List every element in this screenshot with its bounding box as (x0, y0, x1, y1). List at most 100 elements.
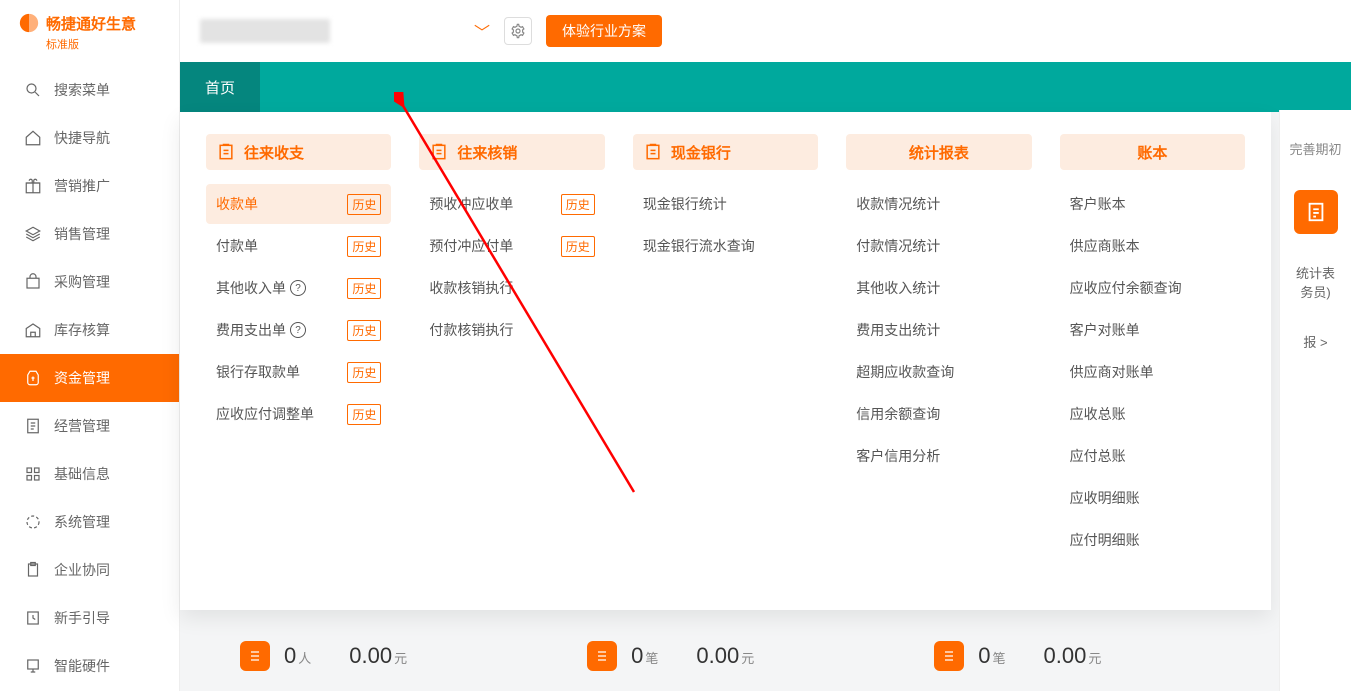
cart-icon (24, 273, 42, 291)
mega-menu-item[interactable]: 应收明细账 (1060, 478, 1245, 518)
mega-menu-item[interactable]: 预收冲应收单 历史 (419, 184, 604, 224)
logo: 畅捷通好生意 标准版 (0, 0, 179, 58)
stat-count: 0笔 (978, 643, 1005, 669)
mega-menu-item[interactable]: 其他收入统计 (846, 268, 1031, 308)
mega-menu-item[interactable]: 供应商账本 (1060, 226, 1245, 266)
chevron-down-icon[interactable]: ﹀ (474, 19, 490, 43)
mega-menu-item-label: 应收应付余额查询 (1070, 278, 1182, 298)
sidebar-item-collab[interactable]: 企业协同 (0, 546, 179, 594)
mega-menu-item[interactable]: 应收应付余额查询 (1060, 268, 1245, 308)
sidebar-item-purchase[interactable]: 采购管理 (0, 258, 179, 306)
mega-menu-item-label: 应收应付调整单 (216, 404, 314, 424)
sidebar-item-search[interactable]: 搜索菜单 (0, 66, 179, 114)
mega-menu-item[interactable]: 客户账本 (1060, 184, 1245, 224)
help-icon[interactable]: ? (290, 280, 306, 296)
mega-menu-item[interactable]: 信用余额查询 (846, 394, 1031, 434)
mega-menu-item[interactable]: 付款情况统计 (846, 226, 1031, 266)
right-rail-report-icon[interactable] (1294, 190, 1338, 234)
money-icon (24, 369, 42, 387)
topbar: ﹀ 体验行业方案 (180, 0, 1351, 62)
sidebar-item-hardware[interactable]: 智能硬件 (0, 642, 179, 690)
sidebar-item-label: 搜索菜单 (54, 80, 110, 100)
history-tag[interactable]: 历史 (347, 236, 381, 257)
mega-menu-item-label: 客户账本 (1070, 194, 1126, 214)
mega-menu-item[interactable]: 银行存取款单 历史 (206, 352, 391, 392)
mega-menu-item[interactable]: 应付总账 (1060, 436, 1245, 476)
right-rail-perfect[interactable]: 完善期初 (1289, 140, 1341, 160)
history-tag[interactable]: 历史 (561, 194, 595, 215)
mega-menu-item[interactable]: 供应商对账单 (1060, 352, 1245, 392)
mega-menu-item[interactable]: 费用支出单?历史 (206, 310, 391, 350)
mega-menu-item-label: 现金银行统计 (643, 194, 727, 214)
mega-menu-item-label: 预收冲应收单 (429, 194, 513, 214)
mega-menu-item-label: 银行存取款单 (216, 362, 300, 382)
org-selector[interactable] (200, 17, 460, 45)
mega-menu-item[interactable]: 应收总账 (1060, 394, 1245, 434)
home-icon (24, 129, 42, 147)
mega-menu-item[interactable]: 客户信用分析 (846, 436, 1031, 476)
mega-menu-item[interactable]: 应付明细账 (1060, 520, 1245, 560)
mega-menu-item-label: 供应商账本 (1070, 236, 1140, 256)
sidebar-item-guide[interactable]: 新手引导 (0, 594, 179, 642)
mega-menu-item[interactable]: 收款情况统计 (846, 184, 1031, 224)
tab-home[interactable]: 首页 (180, 62, 260, 112)
mega-menu-item[interactable]: 超期应收款查询 (846, 352, 1031, 392)
stat-value: 0.00元 (696, 643, 754, 669)
sidebar-item-label: 系统管理 (54, 512, 110, 532)
industry-cta-button[interactable]: 体验行业方案 (546, 15, 662, 47)
mega-menu-item[interactable]: 付款单历史 (206, 226, 391, 266)
mega-menu-item[interactable]: 现金银行流水查询 (633, 226, 818, 266)
mega-menu-item-label: 应付总账 (1070, 446, 1126, 466)
sales-icon (24, 225, 42, 243)
mega-menu-item-label: 其他收入统计 (856, 278, 940, 298)
right-rail-brief[interactable]: 报 > (1303, 333, 1327, 353)
sidebar-item-finance[interactable]: 资金管理 (0, 354, 179, 402)
sidebar-item-inventory[interactable]: 库存核算 (0, 306, 179, 354)
mega-menu-item[interactable]: 付款核销执行 (419, 310, 604, 350)
mega-column-header: 往来收支 (206, 134, 391, 170)
sidebar-item-marketing[interactable]: 营销推广 (0, 162, 179, 210)
sidebar-item-label: 经营管理 (54, 416, 110, 436)
mega-menu-item[interactable]: 其他收入单?历史 (206, 268, 391, 308)
right-rail: 完善期初 统计表务员) 报 > (1279, 110, 1351, 691)
help-icon[interactable]: ? (290, 322, 306, 338)
dashboard-stat: 0人0.00元 (240, 641, 407, 671)
mega-menu-item[interactable]: 收款核销执行 (419, 268, 604, 308)
mega-menu-item-label: 现金银行流水查询 (643, 236, 755, 256)
mega-column-title: 往来收支 (244, 142, 304, 163)
right-rail-stat-sheet[interactable]: 统计表务员) (1296, 264, 1335, 303)
mega-menu-item[interactable]: 收款单历史 (206, 184, 391, 224)
history-tag[interactable]: 历史 (347, 278, 381, 299)
mega-menu-item-label: 收款情况统计 (856, 194, 940, 214)
mega-menu-item-label: 付款核销执行 (429, 320, 513, 340)
mega-menu-item[interactable]: 应收应付调整单 历史 (206, 394, 391, 434)
mega-column-title: 现金银行 (671, 142, 731, 163)
grid-icon (24, 465, 42, 483)
stat-icon (240, 641, 270, 671)
sidebar-item-label: 销售管理 (54, 224, 110, 244)
sidebar-item-sales[interactable]: 销售管理 (0, 210, 179, 258)
mega-column-header: 账本 (1060, 134, 1245, 170)
sidebar-item-system[interactable]: 系统管理 (0, 498, 179, 546)
history-tag[interactable]: 历史 (347, 320, 381, 341)
mega-menu-item[interactable]: 现金银行统计 (633, 184, 818, 224)
mega-menu-item[interactable]: 客户对账单 (1060, 310, 1245, 350)
mega-menu-item-label: 客户对账单 (1070, 320, 1140, 340)
sidebar-item-quicknav[interactable]: 快捷导航 (0, 114, 179, 162)
mega-menu-item-label: 预付冲应付单 (429, 236, 513, 256)
history-tag[interactable]: 历史 (347, 194, 381, 215)
mega-menu-item-label: 供应商对账单 (1070, 362, 1154, 382)
history-tag[interactable]: 历史 (347, 362, 381, 383)
sidebar-item-baseinfo[interactable]: 基础信息 (0, 450, 179, 498)
history-tag[interactable]: 历史 (347, 404, 381, 425)
sidebar-item-label: 库存核算 (54, 320, 110, 340)
warehouse-icon (24, 321, 42, 339)
mega-menu-item[interactable]: 费用支出统计 (846, 310, 1031, 350)
document-icon (429, 142, 449, 162)
history-tag[interactable]: 历史 (561, 236, 595, 257)
sidebar-item-operation[interactable]: 经营管理 (0, 402, 179, 450)
stat-icon (587, 641, 617, 671)
mega-menu-item[interactable]: 预付冲应付单 历史 (419, 226, 604, 266)
settings-button[interactable] (504, 17, 532, 45)
document-icon (216, 142, 236, 162)
